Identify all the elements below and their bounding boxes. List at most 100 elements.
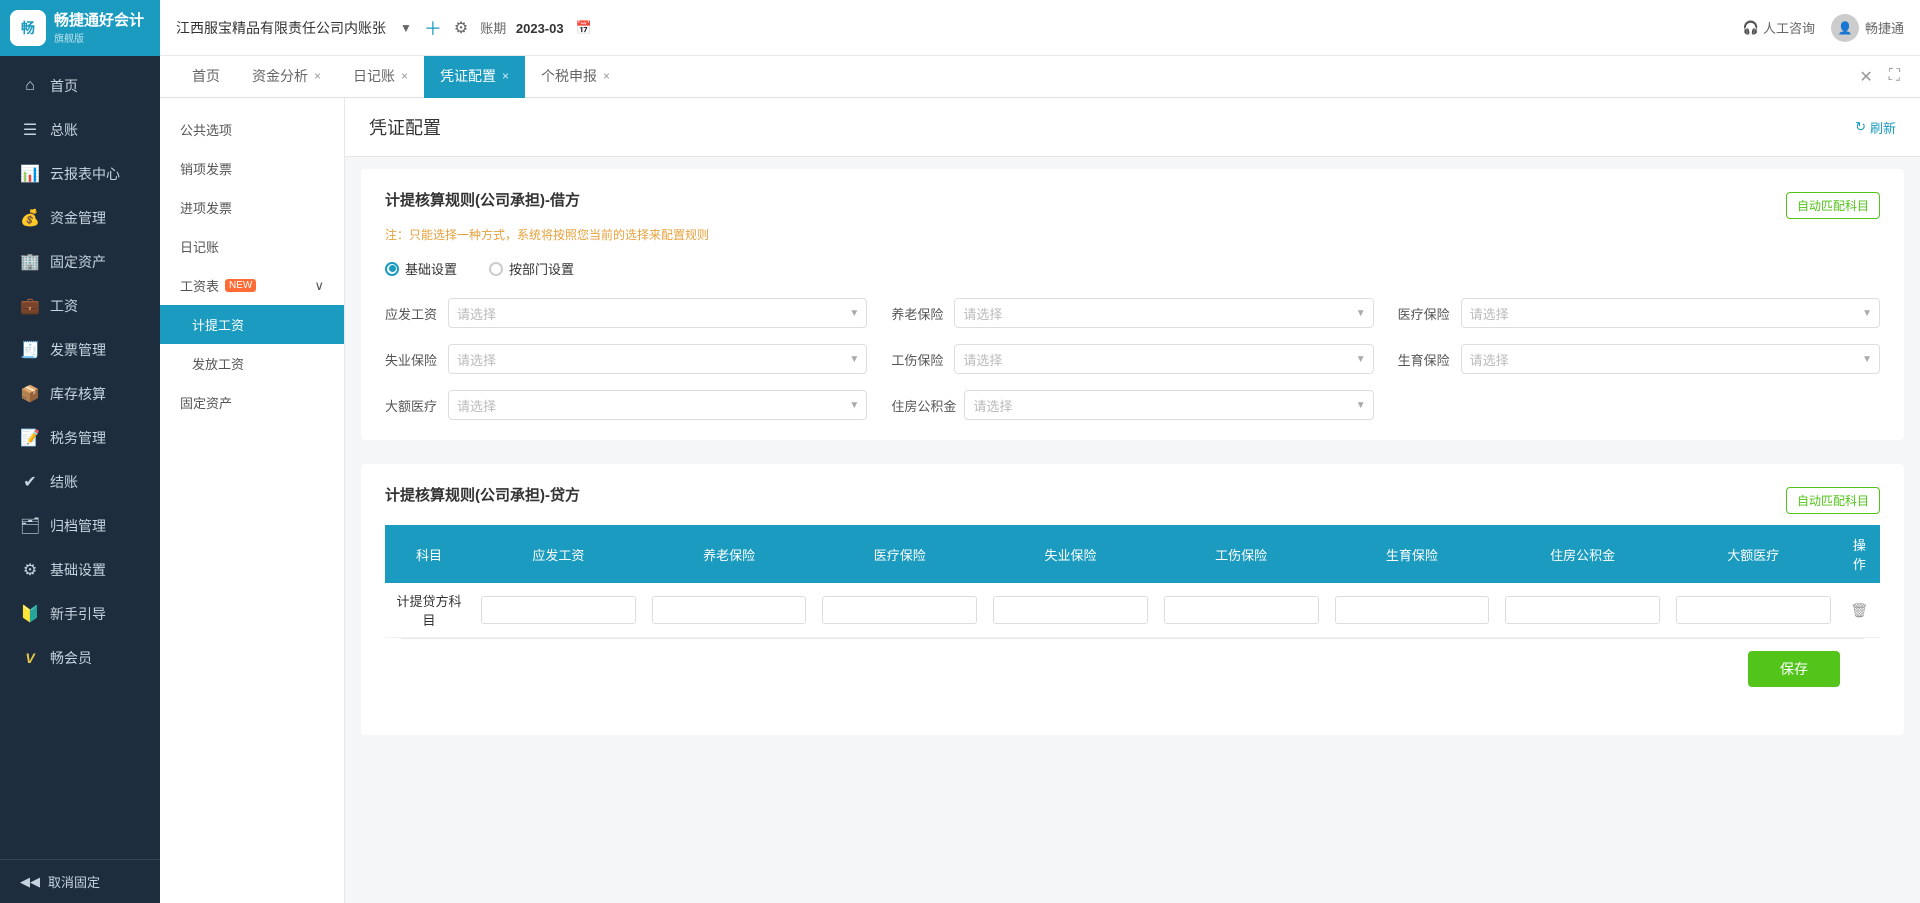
- tab-funds-close[interactable]: ×: [314, 69, 321, 83]
- left-menu-fixed[interactable]: 固定资产: [160, 383, 344, 422]
- left-menu-payroll[interactable]: 工资表 NEW ∨: [160, 266, 344, 305]
- topbar-right: 🎧 人工咨询 👤 畅捷通: [1743, 14, 1904, 42]
- cell-gsbx: [1156, 583, 1327, 638]
- input-zfgjj[interactable]: [1505, 596, 1660, 624]
- period-value: 2023-03: [516, 21, 564, 36]
- form-item-dely: 大额医疗 请选择 ▼: [385, 390, 867, 420]
- left-menu-journal[interactable]: 日记账: [160, 227, 344, 266]
- select-sybx-wrapper: 请选择 ▼: [448, 344, 867, 374]
- topbar-settings-icon[interactable]: ⚙: [454, 18, 468, 38]
- form-item-sybx: 失业保险 请选择 ▼: [385, 344, 867, 374]
- select-ylbx2-wrapper: 请选择 ▼: [1461, 298, 1880, 328]
- left-menu-sales[interactable]: 销项发票: [160, 149, 344, 188]
- table-body: 计提贷方科目 🗑: [385, 583, 1880, 638]
- select-zfgjj[interactable]: 请选择: [964, 390, 1373, 420]
- tab-journal-close[interactable]: ×: [401, 69, 408, 83]
- radio-dept-circle: [489, 262, 503, 276]
- content-area: 公共选项 销项发票 进项发票 日记账 工资表 NEW ∨ 计提工资: [160, 98, 1920, 903]
- col-sybx: 失业保险: [985, 525, 1156, 583]
- select-yfgz[interactable]: 请选择: [448, 298, 867, 328]
- sidebar-item-home[interactable]: ⌂ 首页: [0, 64, 160, 108]
- salary-icon: 💼: [20, 296, 40, 316]
- debit-auto-match-button[interactable]: 自动匹配科目: [1786, 192, 1880, 219]
- tab-close-all-icon[interactable]: ✕: [1855, 63, 1876, 91]
- select-gsbx[interactable]: 请选择: [954, 344, 1373, 374]
- radio-basic-circle: [385, 262, 399, 276]
- sidebar-item-reports[interactable]: 📊 云报表中心: [0, 152, 160, 196]
- sidebar-item-checkout[interactable]: ✔ 结账: [0, 460, 160, 504]
- form-item-yfgz: 应发工资 请选择 ▼: [385, 298, 867, 328]
- cancel-pin-button[interactable]: ◀◀ 取消固定: [0, 859, 160, 903]
- label-sybx2: 生育保险: [1398, 350, 1453, 369]
- assets-icon: 🏢: [20, 252, 40, 272]
- tab-voucher[interactable]: 凭证配置 ×: [424, 56, 525, 98]
- col-ylbx: 养老保险: [644, 525, 815, 583]
- debit-header: 计提核算规则(公司承担)-借方 自动匹配科目: [385, 189, 1880, 222]
- radio-basic[interactable]: 基础设置: [385, 259, 457, 278]
- sidebar-item-archive[interactable]: 🗂 归档管理: [0, 504, 160, 548]
- input-yfgz[interactable]: [481, 596, 636, 624]
- select-ylbx[interactable]: 请选择: [954, 298, 1373, 328]
- sidebar-item-member[interactable]: V 畅会员: [0, 636, 160, 680]
- radio-dept[interactable]: 按部门设置: [489, 259, 574, 278]
- input-sybx2[interactable]: [1335, 596, 1490, 624]
- left-menu-public[interactable]: 公共选项: [160, 110, 344, 149]
- tab-journal[interactable]: 日记账 ×: [337, 56, 424, 98]
- left-menu-pay-salary[interactable]: 发放工资: [160, 344, 344, 383]
- refresh-button[interactable]: ↻ 刷新: [1855, 118, 1896, 137]
- select-dely[interactable]: 请选择: [448, 390, 867, 420]
- select-sybx[interactable]: 请选择: [448, 344, 867, 374]
- left-menu-purchase[interactable]: 进项发票: [160, 188, 344, 227]
- left-menu-calc-salary[interactable]: 计提工资: [160, 305, 344, 344]
- sidebar-item-ledger[interactable]: ☰ 总账: [0, 108, 160, 152]
- credit-header: 计提核算规则(公司承担)-贷方 自动匹配科目: [385, 484, 1880, 517]
- input-sybx[interactable]: [993, 596, 1148, 624]
- sidebar-item-salary[interactable]: 💼 工资: [0, 284, 160, 328]
- table-header-row: 科目 应发工资 养老保险 医疗保险 失业保险 工伤保险 生育保险 住房公积金 大…: [385, 525, 1880, 583]
- tab-funds[interactable]: 资金分析 ×: [236, 56, 337, 98]
- company-dropdown-icon[interactable]: ▼: [400, 21, 412, 35]
- radio-group: 基础设置 按部门设置: [385, 259, 1880, 278]
- select-ylbx-wrapper: 请选择 ▼: [954, 298, 1373, 328]
- add-company-icon[interactable]: ＋: [424, 15, 442, 41]
- sidebar-item-tax[interactable]: 📝 税务管理: [0, 416, 160, 460]
- credit-auto-match-button[interactable]: 自动匹配科目: [1786, 487, 1880, 514]
- tab-expand-icon[interactable]: ⛶: [1885, 63, 1904, 91]
- credit-section: 计提核算规则(公司承担)-贷方 自动匹配科目 科目 应发工资 养老保险 医疗保险…: [361, 464, 1904, 735]
- select-gsbx-wrapper: 请选择 ▼: [954, 344, 1373, 374]
- tab-home[interactable]: 首页: [176, 56, 236, 98]
- sidebar-item-inventory[interactable]: 📦 库存核算: [0, 372, 160, 416]
- logo-text: 畅捷通好会计 旗舰版: [54, 12, 144, 45]
- save-area: 保存: [401, 638, 1864, 699]
- input-ylbx[interactable]: [652, 596, 807, 624]
- sidebar-item-invoice[interactable]: 🧾 发票管理: [0, 328, 160, 372]
- select-sybx2[interactable]: 请选择: [1461, 344, 1880, 374]
- input-dely[interactable]: [1676, 596, 1831, 624]
- save-button[interactable]: 保存: [1748, 651, 1840, 687]
- calendar-icon[interactable]: 📅: [576, 20, 592, 36]
- table-row: 计提贷方科目 🗑: [385, 583, 1880, 638]
- user-button[interactable]: 👤 畅捷通: [1831, 14, 1904, 42]
- label-gsbx: 工伤保险: [891, 350, 946, 369]
- sidebar-item-settings[interactable]: ⚙ 基础设置: [0, 548, 160, 592]
- tab-tax-close[interactable]: ×: [603, 69, 610, 83]
- sidebar-item-funds[interactable]: 💰 资金管理: [0, 196, 160, 240]
- inventory-icon: 📦: [20, 384, 40, 404]
- settings-icon: ⚙: [20, 560, 40, 580]
- select-sybx2-wrapper: 请选择 ▼: [1461, 344, 1880, 374]
- service-button[interactable]: 🎧 人工咨询: [1743, 18, 1815, 37]
- tab-voucher-close[interactable]: ×: [502, 69, 509, 83]
- sidebar-logo: 畅 畅捷通好会计 旗舰版: [0, 0, 160, 56]
- sidebar-item-guide[interactable]: 🔰 新手引导: [0, 592, 160, 636]
- tab-tax[interactable]: 个税申报 ×: [525, 56, 626, 98]
- topbar: 江西服宝精品有限责任公司内账张 ▼ ＋ ⚙ 账期 2023-03 📅 🎧 人工咨…: [160, 0, 1920, 56]
- right-panel: 凭证配置 ↻ 刷新 计提核算规则(公司承担)-借方 自动匹配科目 注：只能选择一…: [345, 98, 1920, 903]
- delete-row-icon[interactable]: 🗑: [1850, 602, 1868, 618]
- cell-zfgjj: [1497, 583, 1668, 638]
- input-ylbx2[interactable]: [822, 596, 977, 624]
- input-gsbx[interactable]: [1164, 596, 1319, 624]
- label-yfgz: 应发工资: [385, 304, 440, 323]
- cell-ylbx2: [814, 583, 985, 638]
- select-ylbx2[interactable]: 请选择: [1461, 298, 1880, 328]
- sidebar-item-assets[interactable]: 🏢 固定资产: [0, 240, 160, 284]
